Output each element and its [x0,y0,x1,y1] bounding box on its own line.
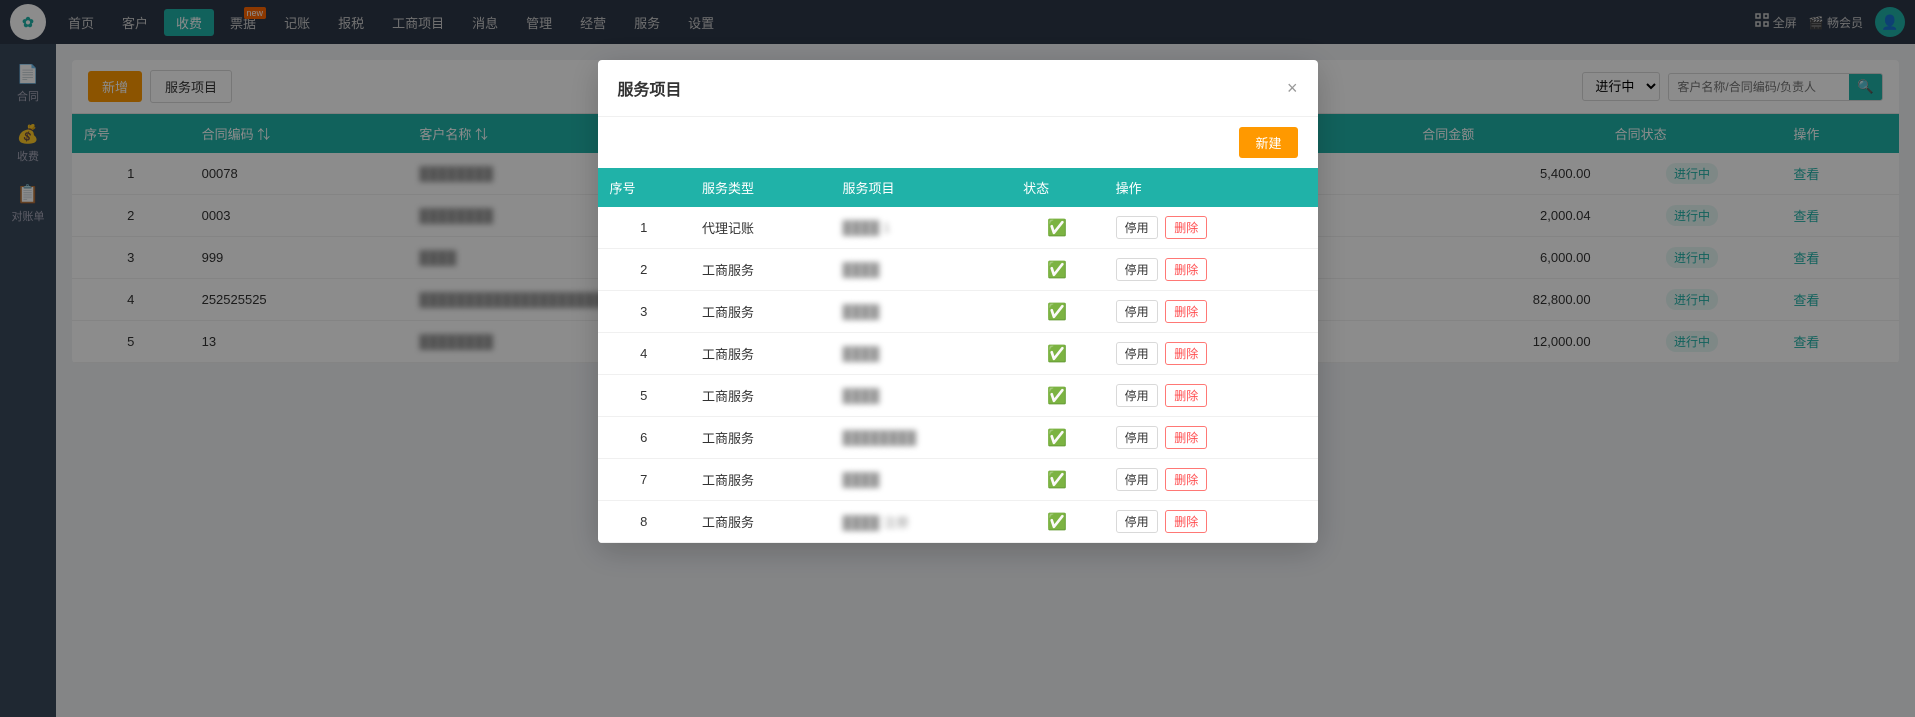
status-check-icon: ✅ [1047,514,1067,531]
modal-col-status: 状态 [1011,168,1103,207]
modal-cell-action: 停用 删除 [1104,333,1318,375]
delete-button[interactable]: 删除 [1165,468,1207,491]
modal-cell-seq: 6 [598,417,690,459]
modal-cell-status: ✅ [1011,375,1103,417]
modal-header-row: 序号 服务类型 服务项目 状态 操作 [598,168,1318,207]
modal-cell-type: 工商服务 [690,333,831,375]
modal-toolbar: 新建 [598,117,1318,168]
modal-cell-type: 工商服务 [690,459,831,501]
modal-table: 序号 服务类型 服务项目 状态 操作 1 代理记账 ████ 1 ✅ 停用 删除… [598,168,1318,543]
modal-cell-action: 停用 删除 [1104,249,1318,291]
stop-button[interactable]: 停用 [1116,300,1158,323]
delete-button[interactable]: 删除 [1165,510,1207,533]
delete-button[interactable]: 删除 [1165,426,1207,449]
delete-button[interactable]: 删除 [1165,258,1207,281]
modal-cell-project: ████ [831,333,1012,375]
modal-cell-action: 停用 删除 [1104,417,1318,459]
modal-close-button[interactable]: × [1287,78,1298,99]
modal-overlay[interactable]: 服务项目 × 新建 序号 服务类型 服务项目 状态 操作 1 代理记账 [0,0,1915,717]
modal-cell-action: 停用 删除 [1104,501,1318,543]
status-check-icon: ✅ [1047,304,1067,321]
modal-cell-seq: 7 [598,459,690,501]
modal-table-row: 6 工商服务 ████████ ✅ 停用 删除 [598,417,1318,459]
modal-col-type: 服务类型 [690,168,831,207]
modal-table-wrap: 序号 服务类型 服务项目 状态 操作 1 代理记账 ████ 1 ✅ 停用 删除… [598,168,1318,543]
modal-table-row: 7 工商服务 ████ ✅ 停用 删除 [598,459,1318,501]
modal-cell-seq: 3 [598,291,690,333]
modal-title: 服务项目 [618,76,682,100]
stop-button[interactable]: 停用 [1116,342,1158,365]
modal-cell-status: ✅ [1011,249,1103,291]
modal-cell-project: ████ [831,291,1012,333]
modal-cell-status: ✅ [1011,207,1103,249]
stop-button[interactable]: 停用 [1116,426,1158,449]
stop-button[interactable]: 停用 [1116,510,1158,533]
modal-cell-type: 工商服务 [690,417,831,459]
stop-button[interactable]: 停用 [1116,384,1158,407]
modal-cell-action: 停用 删除 [1104,375,1318,417]
modal-cell-project: ████ [831,459,1012,501]
modal-cell-status: ✅ [1011,417,1103,459]
delete-button[interactable]: 删除 [1165,216,1207,239]
delete-button[interactable]: 删除 [1165,300,1207,323]
modal-cell-type: 代理记账 [690,207,831,249]
modal-cell-seq: 2 [598,249,690,291]
modal-col-seq: 序号 [598,168,690,207]
stop-button[interactable]: 停用 [1116,468,1158,491]
modal-cell-action: 停用 删除 [1104,459,1318,501]
modal-cell-type: 工商服务 [690,291,831,333]
modal-table-row: 2 工商服务 ████ ✅ 停用 删除 [598,249,1318,291]
modal-table-row: 5 工商服务 ████ ✅ 停用 删除 [598,375,1318,417]
modal-cell-project: ████ 1 [831,207,1012,249]
modal-cell-project: ████ [831,249,1012,291]
modal-cell-project: ████ 注册 [831,501,1012,543]
modal-cell-action: 停用 删除 [1104,291,1318,333]
modal-cell-status: ✅ [1011,291,1103,333]
modal-new-button[interactable]: 新建 [1239,127,1297,158]
modal-table-row: 3 工商服务 ████ ✅ 停用 删除 [598,291,1318,333]
modal-col-project: 服务项目 [831,168,1012,207]
status-check-icon: ✅ [1047,388,1067,405]
modal-cell-type: 工商服务 [690,375,831,417]
modal-cell-status: ✅ [1011,459,1103,501]
modal-cell-seq: 8 [598,501,690,543]
modal-cell-type: 工商服务 [690,249,831,291]
modal-cell-seq: 5 [598,375,690,417]
modal-cell-seq: 1 [598,207,690,249]
modal-cell-type: 工商服务 [690,501,831,543]
status-check-icon: ✅ [1047,472,1067,489]
status-check-icon: ✅ [1047,262,1067,279]
status-check-icon: ✅ [1047,430,1067,447]
status-check-icon: ✅ [1047,220,1067,237]
stop-button[interactable]: 停用 [1116,216,1158,239]
modal-cell-project: ████ [831,375,1012,417]
modal-cell-action: 停用 删除 [1104,207,1318,249]
delete-button[interactable]: 删除 [1165,384,1207,407]
modal-cell-status: ✅ [1011,501,1103,543]
modal-table-row: 1 代理记账 ████ 1 ✅ 停用 删除 [598,207,1318,249]
stop-button[interactable]: 停用 [1116,258,1158,281]
modal-col-action: 操作 [1104,168,1318,207]
modal-header: 服务项目 × [598,60,1318,117]
modal-cell-project: ████████ [831,417,1012,459]
status-check-icon: ✅ [1047,346,1067,363]
modal-cell-status: ✅ [1011,333,1103,375]
modal-table-row: 8 工商服务 ████ 注册 ✅ 停用 删除 [598,501,1318,543]
modal-cell-seq: 4 [598,333,690,375]
delete-button[interactable]: 删除 [1165,342,1207,365]
service-modal: 服务项目 × 新建 序号 服务类型 服务项目 状态 操作 1 代理记账 [598,60,1318,543]
modal-table-row: 4 工商服务 ████ ✅ 停用 删除 [598,333,1318,375]
